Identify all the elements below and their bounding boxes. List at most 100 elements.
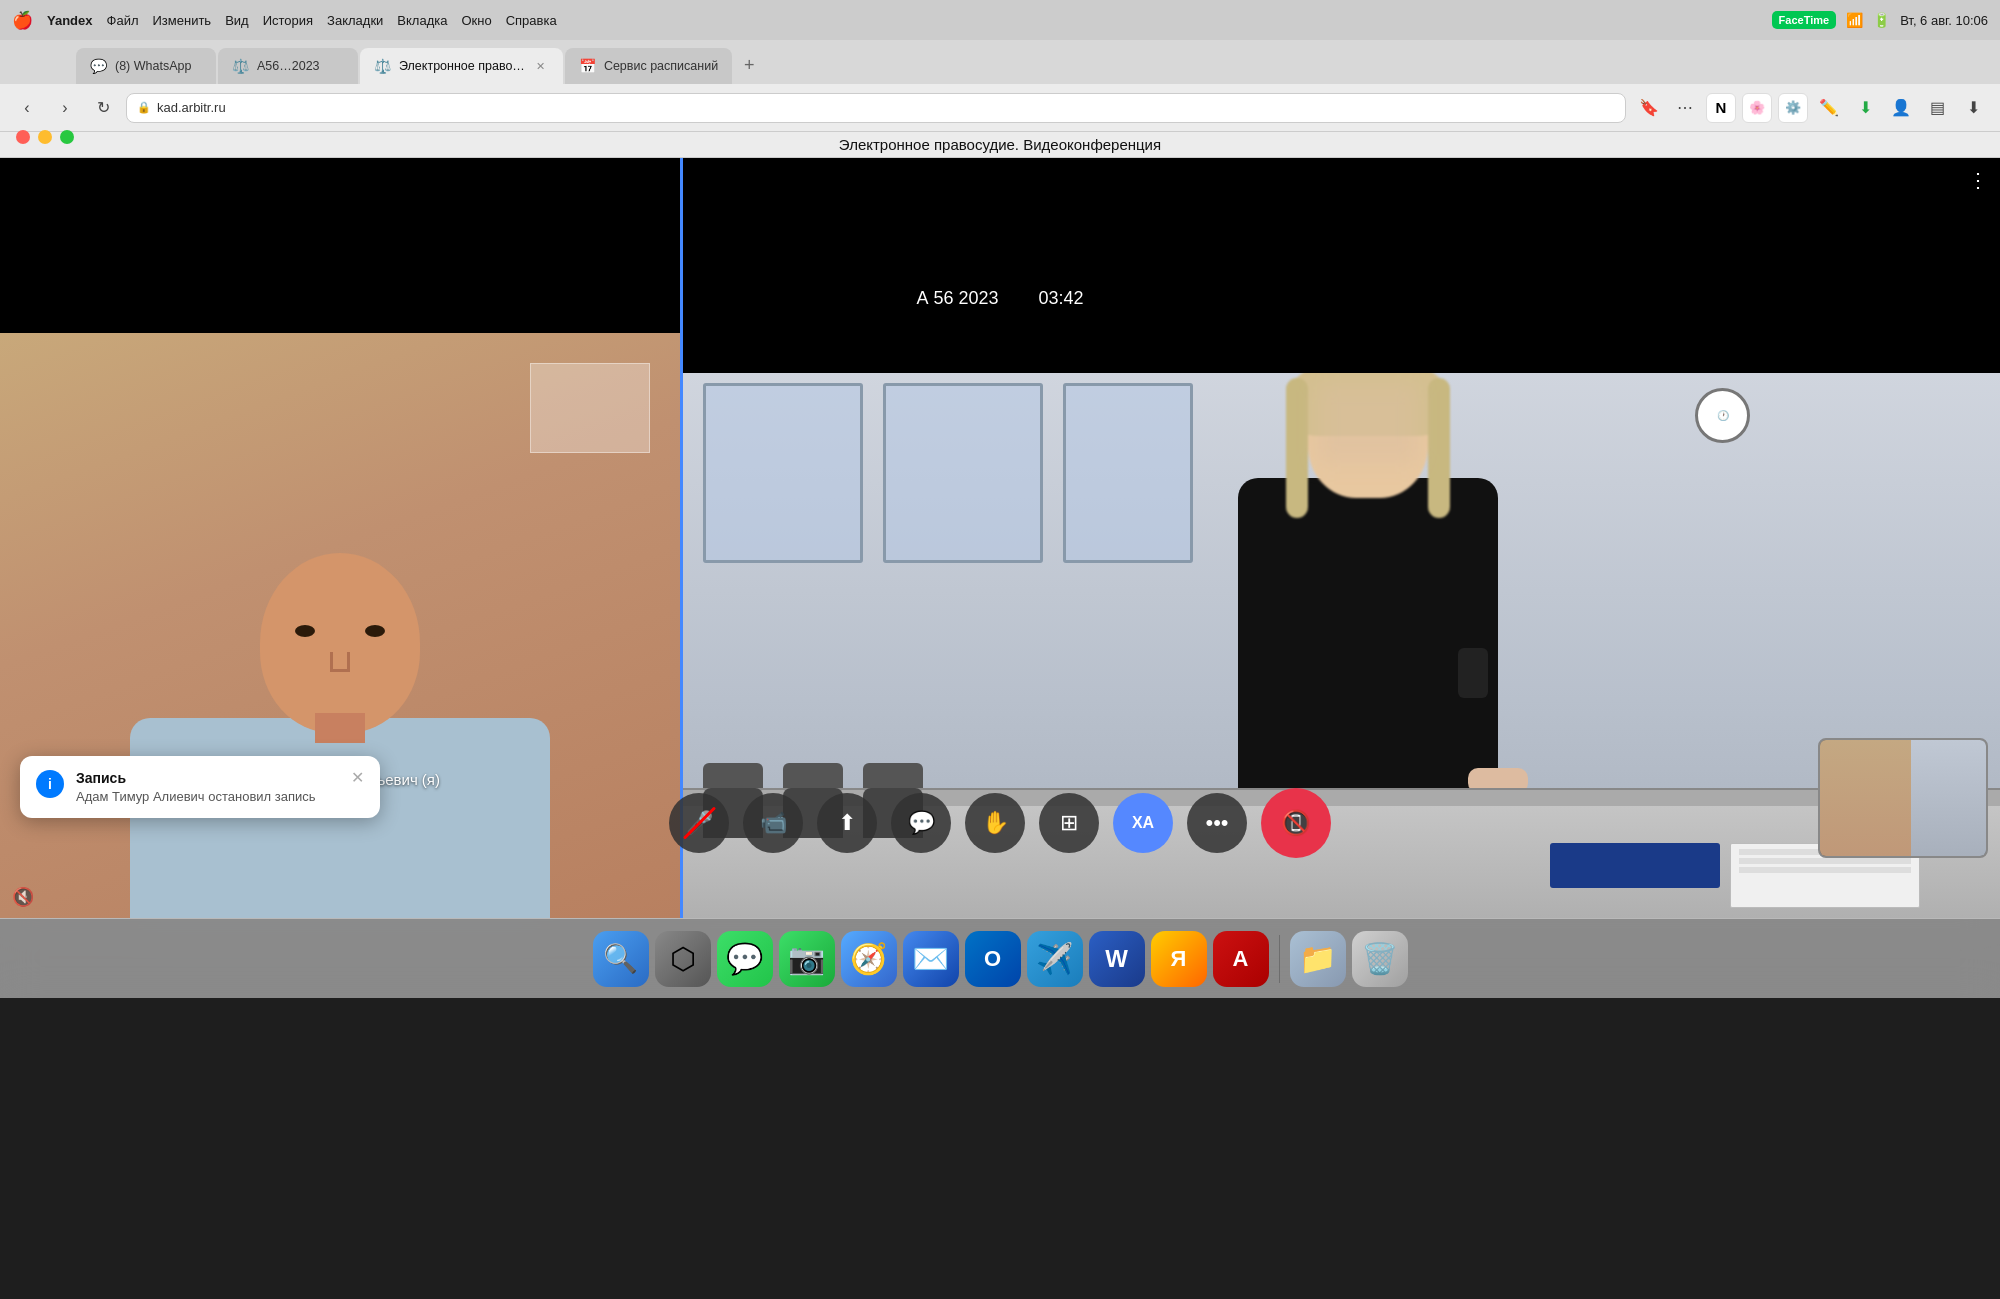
video-conference-area: А 56 2023 03:42 [0, 158, 2000, 918]
woman-body [1238, 478, 1498, 818]
bookmarks-menu[interactable]: Закладки [327, 13, 383, 28]
chat-icon: 💬 [908, 810, 935, 836]
files-icon: 📁 [1299, 941, 1336, 976]
close-button[interactable] [16, 130, 30, 144]
highlighter-icon[interactable]: ✏️ [1814, 93, 1844, 123]
tab-schedule[interactable]: 📅 Сервис расписаний [565, 48, 732, 84]
mini-right-feed [1911, 740, 1986, 856]
help-menu[interactable]: Справка [506, 13, 557, 28]
tab-case[interactable]: ⚖️ А56…2023 [218, 48, 358, 84]
tab-menu[interactable]: Вкладка [397, 13, 447, 28]
toast-title: Запись [76, 770, 339, 786]
wall-paper [530, 363, 650, 453]
new-tab-button[interactable]: + [734, 50, 764, 80]
page-title-bar: Электронное правосудие. Видеоконференция [0, 132, 2000, 158]
chat-button[interactable]: 💬 [891, 793, 951, 853]
end-call-icon: 📵 [1281, 809, 1311, 837]
raise-hand-button[interactable]: ✋ [965, 793, 1025, 853]
edit-menu[interactable]: Изменить [153, 13, 212, 28]
toast-icon: i [36, 770, 64, 798]
battery-icon: 🔋 [1873, 12, 1890, 28]
app-name-menu[interactable]: Yandex [47, 13, 93, 28]
mute-indicator: 🔇 [12, 886, 34, 908]
download-icon[interactable]: ⬇ [1850, 93, 1880, 123]
tab-favicon-case: ⚖️ [232, 58, 249, 74]
woman-hair-right [1428, 378, 1450, 518]
tabs-container: 💬 (8) WhatsApp ⚖️ А56…2023 ⚖️ Электронно… [76, 48, 764, 84]
dock-launchpad[interactable]: ⬡ [655, 931, 711, 987]
woman-phone [1458, 648, 1488, 698]
dock-yandex[interactable]: Я [1151, 931, 1207, 987]
tab-bar: 💬 (8) WhatsApp ⚖️ А56…2023 ⚖️ Электронно… [0, 40, 2000, 84]
mute-button[interactable]: 🎤 [669, 793, 729, 853]
share-screen-button[interactable]: ⬆ [817, 793, 877, 853]
dock-acrobat[interactable]: A [1213, 931, 1269, 987]
ext-icon-1[interactable]: 🌸 [1742, 93, 1772, 123]
file-menu[interactable]: Файл [107, 13, 139, 28]
tab-favicon-electronnoe: ⚖️ [374, 58, 391, 74]
toast-close-button[interactable]: ✕ [351, 770, 364, 786]
tab-close-electronnoe[interactable]: ✕ [533, 58, 549, 74]
forward-button[interactable]: › [50, 93, 80, 123]
dock-mail[interactable]: ✉️ [903, 931, 959, 987]
outlook-icon: O [984, 946, 1001, 972]
tab-whatsapp[interactable]: 💬 (8) WhatsApp [76, 48, 216, 84]
reload-button[interactable]: ↻ [88, 93, 118, 123]
browser-chrome: 💬 (8) WhatsApp ⚖️ А56…2023 ⚖️ Электронно… [0, 40, 2000, 158]
bookmark-icon[interactable]: 🔖 [1634, 93, 1664, 123]
toast-body: Адам Тимур Алиевич остановил запись [76, 789, 339, 804]
share-icon: ⬆ [838, 810, 856, 836]
download-manager-icon[interactable]: ⬇ [1958, 93, 1988, 123]
maximize-button[interactable] [60, 130, 74, 144]
history-menu[interactable]: История [263, 13, 313, 28]
control-bar: 🎤 📹 ⬆ 💬 ✋ ⊞ ХА ••• 📵 [669, 788, 1331, 858]
url-text: kad.arbitr.ru [157, 100, 226, 115]
more-controls-button[interactable]: ••• [1187, 793, 1247, 853]
notion-icon[interactable]: N [1706, 93, 1736, 123]
more-options-icon[interactable]: ⋯ [1670, 93, 1700, 123]
left-person-area [0, 333, 680, 918]
end-call-button[interactable]: 📵 [1261, 788, 1331, 858]
tab-favicon-schedule: 📅 [579, 58, 596, 74]
minimize-button[interactable] [38, 130, 52, 144]
layout-button[interactable]: ⊞ [1039, 793, 1099, 853]
page-title: Электронное правосудие. Видеоконференция [839, 136, 1161, 153]
wifi-icon: 📶 [1846, 12, 1863, 28]
camera-button[interactable]: 📹 [743, 793, 803, 853]
sidebar-icon[interactable]: ▤ [1922, 93, 1952, 123]
apple-menu[interactable]: 🍎 [12, 10, 33, 31]
window-menu[interactable]: Окно [461, 13, 491, 28]
dock-word[interactable]: W [1089, 931, 1145, 987]
chair-back-3 [863, 763, 923, 788]
avatar-button[interactable]: ХА [1113, 793, 1173, 853]
toolbar-actions: 🔖 ⋯ N 🌸 ⚙️ ✏️ ⬇ 👤 ▤ ⬇ [1634, 93, 1988, 123]
back-button[interactable]: ‹ [12, 93, 42, 123]
dock-trash[interactable]: 🗑️ [1352, 931, 1408, 987]
menubar: 🍎 Yandex Файл Изменить Вид История Закла… [0, 0, 2000, 40]
dock-messages[interactable]: 💬 [717, 931, 773, 987]
traffic-lights [6, 130, 84, 152]
tab-electronnoe[interactable]: ⚖️ Электронное право… ✕ [360, 48, 563, 84]
room-window-1 [703, 383, 863, 563]
address-bar[interactable]: 🔒 kad.arbitr.ru [126, 93, 1626, 123]
dock-files[interactable]: 📁 [1290, 931, 1346, 987]
room-clock: 🕐 [1695, 388, 1750, 443]
more-options-button[interactable]: ⋮ [1968, 168, 1988, 192]
raise-hand-icon: ✋ [982, 810, 1009, 836]
profile-icon[interactable]: 👤 [1886, 93, 1916, 123]
dock-facetime[interactable]: 📷 [779, 931, 835, 987]
tab-favicon-whatsapp: 💬 [90, 58, 107, 74]
yandex-icon: Я [1171, 946, 1187, 972]
left-black-top [0, 158, 680, 333]
dock-outlook[interactable]: O [965, 931, 1021, 987]
man-left-eye [295, 625, 315, 637]
view-menu[interactable]: Вид [225, 13, 249, 28]
dock-telegram[interactable]: ✈️ [1027, 931, 1083, 987]
case-info-overlay: А 56 2023 03:42 [916, 288, 1083, 309]
safari-icon: 🧭 [850, 941, 887, 976]
dock-finder[interactable]: 🔍 [593, 931, 649, 987]
dock-safari[interactable]: 🧭 [841, 931, 897, 987]
avatar-initials: ХА [1132, 814, 1154, 832]
ext-icon-2[interactable]: ⚙️ [1778, 93, 1808, 123]
desk-folder [1550, 843, 1720, 888]
